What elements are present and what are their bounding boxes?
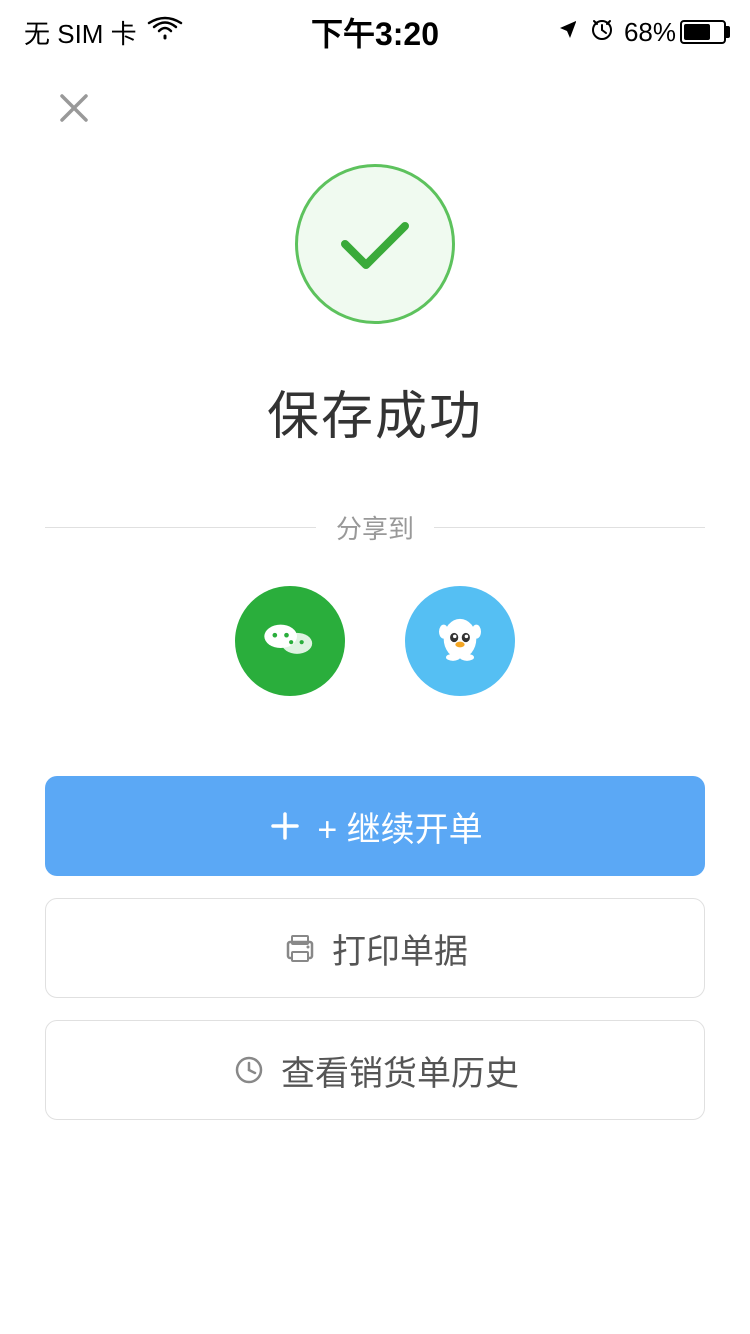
status-bar: 无 SIM 卡 下午3:20 xyxy=(0,0,750,64)
divider-line-left xyxy=(45,527,316,528)
plus-icon xyxy=(267,808,303,844)
status-right: 68% xyxy=(556,15,726,50)
wechat-share-button[interactable] xyxy=(235,586,345,696)
continue-button[interactable]: + 继续开单 xyxy=(45,776,705,876)
status-left: 无 SIM 卡 xyxy=(24,14,183,51)
wifi-icon xyxy=(147,16,183,49)
history-icon xyxy=(231,1052,267,1088)
print-label: 打印单据 xyxy=(332,924,468,973)
history-label: 查看销货单历史 xyxy=(281,1046,519,1095)
qq-share-button[interactable] xyxy=(405,586,515,696)
alarm-icon xyxy=(588,15,616,50)
battery-box xyxy=(680,20,726,44)
share-icons-row xyxy=(235,586,515,696)
success-title: 保存成功 xyxy=(267,374,483,449)
battery-indicator: 68% xyxy=(624,17,726,48)
share-divider: 分享到 xyxy=(45,509,705,546)
continue-label: + 继续开单 xyxy=(317,802,482,851)
share-label: 分享到 xyxy=(336,509,414,546)
location-icon xyxy=(556,17,580,48)
print-button[interactable]: 打印单据 xyxy=(45,898,705,998)
divider-line-right xyxy=(434,527,705,528)
print-icon xyxy=(282,930,318,966)
status-time: 下午3:20 xyxy=(311,9,439,55)
history-button[interactable]: 查看销货单历史 xyxy=(45,1020,705,1120)
main-content: 保存成功 分享到 xyxy=(0,64,750,1120)
success-icon-circle xyxy=(295,164,455,324)
battery-percent: 68% xyxy=(624,17,676,48)
action-buttons: + 继续开单 打印单据 查看销 xyxy=(45,776,705,1120)
close-button[interactable] xyxy=(44,78,104,138)
no-sim-label: 无 SIM 卡 xyxy=(24,14,137,51)
battery-fill xyxy=(684,24,710,40)
